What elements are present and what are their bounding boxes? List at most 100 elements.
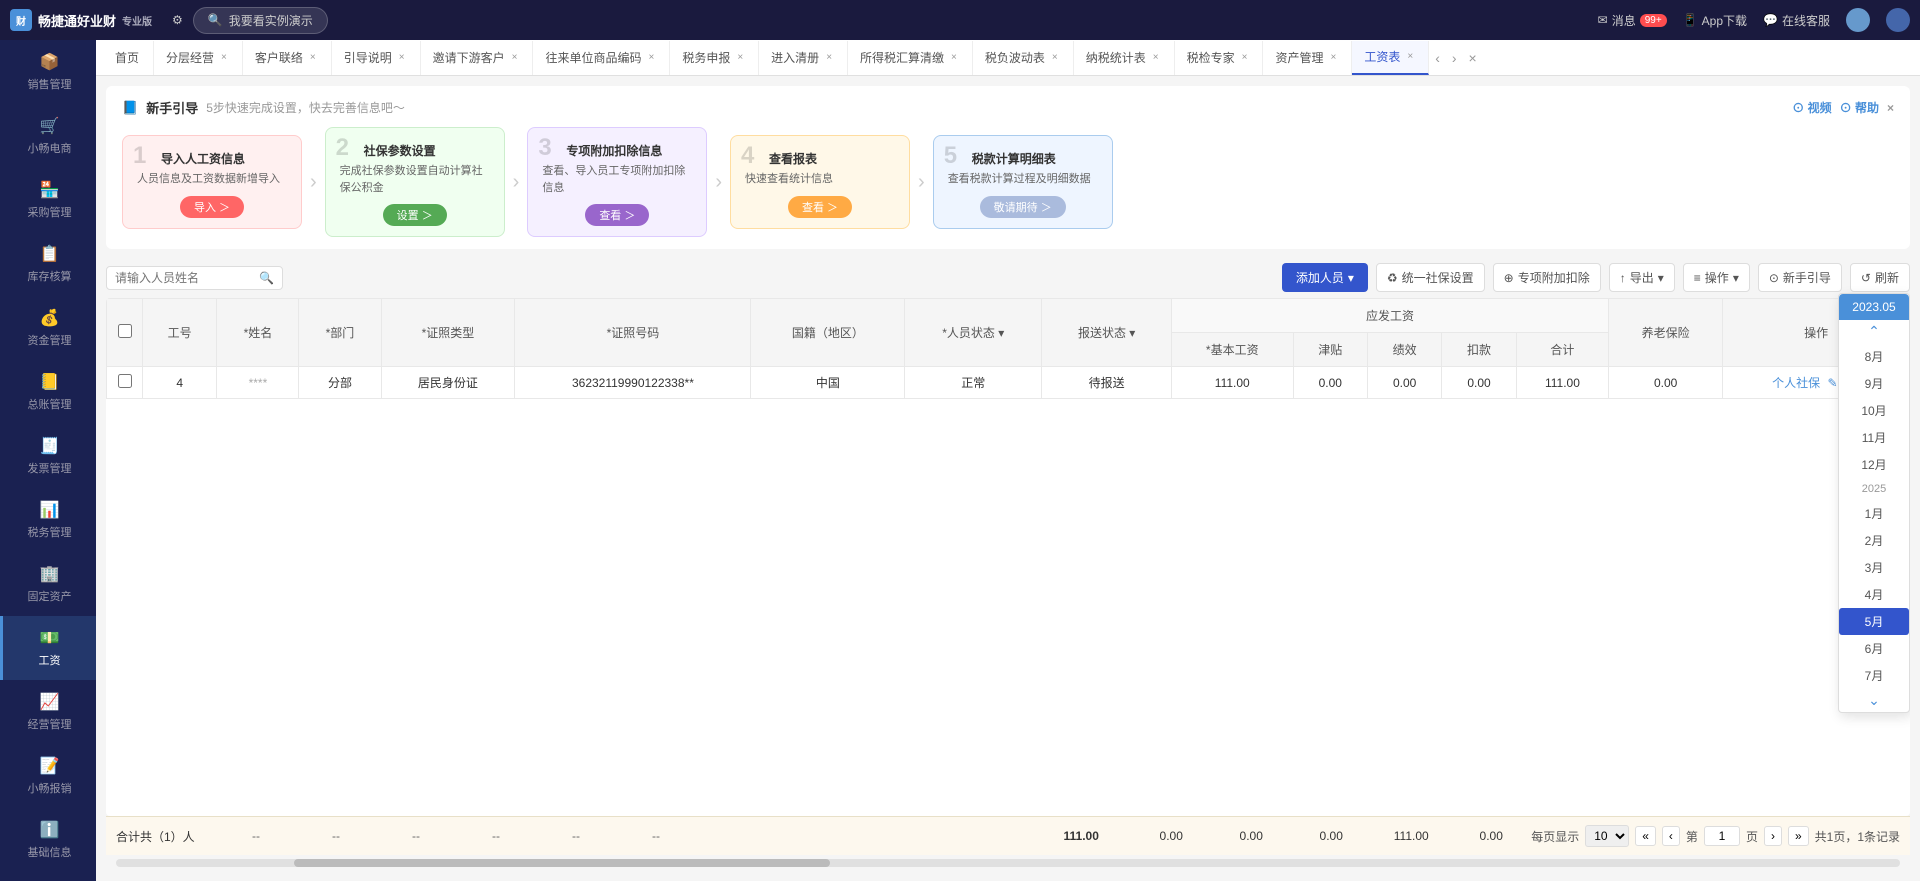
sidebar-item-ledger[interactable]: 📒 总账管理 [0, 360, 96, 424]
month-item-12[interactable]: 12月 [1839, 451, 1909, 478]
month-item-9[interactable]: 9月 [1839, 370, 1909, 397]
close-taxred-btn[interactable]: × [1049, 51, 1061, 64]
tab-salary[interactable]: 工资表 × [1352, 41, 1429, 75]
sidebar-item-operation[interactable]: 📈 经营管理 [0, 680, 96, 744]
guide-step1-btn[interactable]: 导入 ＞ [180, 196, 244, 218]
export-btn[interactable]: ↑ 导出 ▾ [1609, 263, 1675, 292]
refresh-btn[interactable]: ↺ 刷新 [1850, 263, 1910, 292]
month-item-7[interactable]: 7月 [1839, 662, 1909, 689]
tab-goods-code[interactable]: 往来单位商品编码 × [533, 41, 670, 75]
sidebar-item-salary[interactable]: 💵 工资 [0, 616, 96, 680]
select-all-checkbox[interactable] [118, 324, 132, 338]
next-page-btn[interactable]: › [1764, 826, 1782, 846]
operation-btn[interactable]: ≡ 操作 ▾ [1683, 263, 1750, 292]
month-year-2025: 2025 [1839, 478, 1909, 500]
close-assets-btn[interactable]: × [1327, 51, 1339, 64]
social-insurance-btn[interactable]: ♻ 统一社保设置 [1376, 263, 1485, 292]
month-item-4[interactable]: 4月 [1839, 581, 1909, 608]
close-tax-btn[interactable]: × [734, 51, 746, 64]
report-filter-icon[interactable]: ▾ [1129, 326, 1135, 340]
per-page-select[interactable]: 10 20 50 [1585, 825, 1629, 847]
tab-tax-stat[interactable]: 纳税统计表 × [1074, 41, 1175, 75]
close-customer-btn[interactable]: × [307, 51, 319, 64]
new-guide-btn[interactable]: ⊙ 新手引导 [1758, 263, 1842, 292]
guide-video-btn[interactable]: ⊙ 视频 [1792, 99, 1831, 116]
message-icon: ✉ [1598, 13, 1608, 27]
tab-home[interactable]: 首页 [101, 41, 154, 75]
month-item-11[interactable]: 11月 [1839, 424, 1909, 451]
sidebar-item-system[interactable]: ⚙️ 系统管理 [0, 872, 96, 881]
close-clearance-btn[interactable]: × [823, 51, 835, 64]
tab-clearance[interactable]: 进入清册 × [759, 41, 848, 75]
first-page-btn[interactable]: « [1635, 826, 1656, 846]
sidebar-item-purchase[interactable]: 🏪 采购管理 [0, 168, 96, 232]
month-item-6[interactable]: 6月 [1839, 635, 1909, 662]
edit-row-btn[interactable]: ✎ [1827, 376, 1837, 390]
tab-customer[interactable]: 客户联络 × [243, 41, 332, 75]
tab-tax-expert[interactable]: 税检专家 × [1175, 41, 1264, 75]
special-deduction-btn[interactable]: ⊕ 专项附加扣除 [1493, 263, 1601, 292]
sidebar-label-ecommerce: 小畅电商 [28, 140, 72, 156]
tab-guide-explain[interactable]: 引导说明 × [332, 41, 421, 75]
month-nav-down-btn[interactable]: ⌄ [1839, 689, 1909, 712]
guide-step5-btn[interactable]: 敬请期待 ＞ [980, 196, 1066, 218]
user-avatar-2[interactable] [1886, 8, 1910, 32]
online-service-action[interactable]: 💬 在线客服 [1763, 12, 1830, 29]
tab-tax-declare[interactable]: 税务申报 × [670, 41, 759, 75]
guide-step3-btn[interactable]: 查看 ＞ [585, 204, 649, 226]
user-avatar[interactable] [1846, 8, 1870, 32]
sidebar-item-inventory[interactable]: 📋 库存核算 [0, 232, 96, 296]
scroll-thumb[interactable] [294, 859, 829, 867]
close-taxcalc-btn[interactable]: × [948, 51, 960, 64]
tab-partition[interactable]: 分层经营 × [154, 41, 243, 75]
person-search-input[interactable] [115, 271, 255, 285]
month-item-5[interactable]: 5月 [1839, 608, 1909, 635]
sidebar-item-report[interactable]: 📝 小畅报销 [0, 744, 96, 808]
prev-page-btn[interactable]: ‹ [1662, 826, 1680, 846]
status-filter-icon[interactable]: ▾ [998, 326, 1004, 340]
tab-assets[interactable]: 资产管理 × [1263, 41, 1352, 75]
close-taxstat-btn[interactable]: × [1150, 51, 1162, 64]
page-input[interactable] [1704, 826, 1740, 846]
sidebar-item-ecommerce[interactable]: 🛒 小畅电商 [0, 104, 96, 168]
tab-invite[interactable]: 邀请下游客户 × [421, 41, 534, 75]
guide-step4-btn[interactable]: 查看 ＞ [788, 196, 852, 218]
guide-step2-btn[interactable]: 设置 ＞ [383, 204, 447, 226]
guide-step-3: 3 专项附加扣除信息 查看、导入员工专项附加扣除信息 查看 ＞ [527, 127, 707, 237]
tab-prev-btn[interactable]: ‹ [1429, 50, 1446, 66]
month-item-2[interactable]: 2月 [1839, 527, 1909, 554]
sidebar-item-finance[interactable]: 💰 资金管理 [0, 296, 96, 360]
month-item-3[interactable]: 3月 [1839, 554, 1909, 581]
message-action[interactable]: ✉ 消息 99+ [1598, 12, 1667, 29]
sidebar-item-basic[interactable]: ℹ️ 基础信息 [0, 808, 96, 872]
sidebar-item-sales[interactable]: 📦 销售管理 [0, 40, 96, 104]
close-goods-btn[interactable]: × [645, 51, 657, 64]
tab-tax-reduction[interactable]: 税负波动表 × [973, 41, 1074, 75]
close-salary-btn[interactable]: × [1404, 50, 1416, 63]
sidebar-item-tax[interactable]: 📊 税务管理 [0, 488, 96, 552]
close-guide-btn[interactable]: × [396, 51, 408, 64]
search-icon[interactable]: 🔍 [259, 271, 274, 285]
demo-search-box[interactable]: 🔍 我要看实例演示 [193, 7, 328, 34]
month-item-10[interactable]: 10月 [1839, 397, 1909, 424]
settings-icon[interactable]: ⚙ [172, 13, 183, 27]
last-page-btn[interactable]: » [1788, 826, 1809, 846]
close-expert-btn[interactable]: × [1239, 51, 1251, 64]
month-item-8[interactable]: 8月 [1839, 343, 1909, 370]
tab-close-all-btn[interactable]: × [1463, 50, 1483, 66]
tab-next-btn[interactable]: › [1446, 50, 1463, 66]
scroll-bar[interactable] [116, 859, 1900, 867]
close-invite-btn[interactable]: × [509, 51, 521, 64]
close-partition-btn[interactable]: × [218, 51, 230, 64]
add-person-btn[interactable]: 添加人员 ▾ [1282, 263, 1368, 292]
app-download-action[interactable]: 📱 App下载 [1683, 12, 1747, 29]
sidebar-item-invoice[interactable]: 🧾 发票管理 [0, 424, 96, 488]
personal-insurance-link[interactable]: 个人社保 [1772, 376, 1820, 390]
sidebar-item-fixed[interactable]: 🏢 固定资产 [0, 552, 96, 616]
month-item-1[interactable]: 1月 [1839, 500, 1909, 527]
guide-close-btn[interactable]: × [1887, 101, 1894, 115]
month-nav-up-btn[interactable]: ⌃ [1839, 320, 1909, 343]
guide-help-btn[interactable]: ⊙ 帮助 [1840, 99, 1879, 116]
row-checkbox[interactable] [118, 374, 132, 388]
tab-tax-calc[interactable]: 所得税汇算清缴 × [848, 41, 973, 75]
